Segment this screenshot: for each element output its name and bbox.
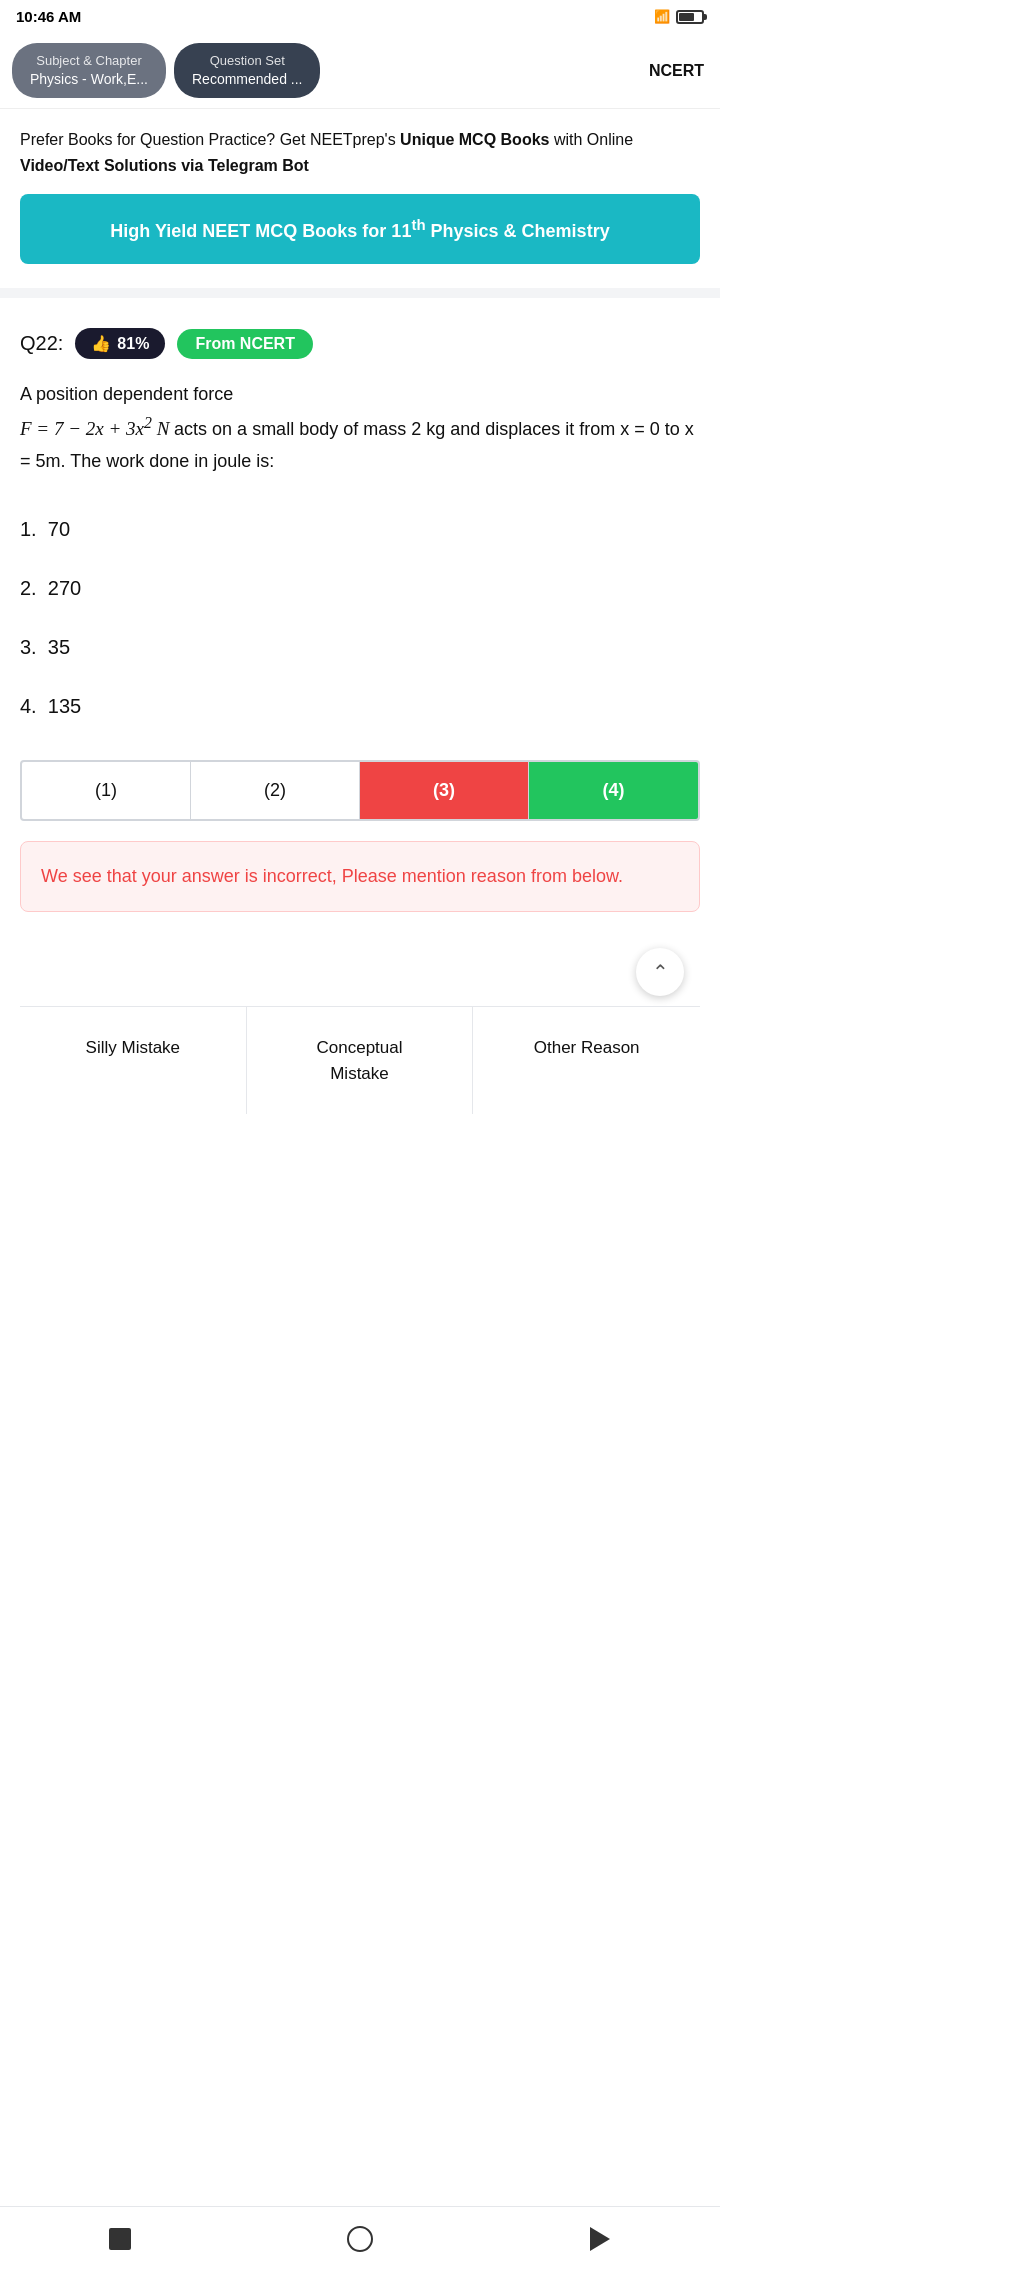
like-badge: 👍 81% [75,328,165,359]
ncert-tab-label: NCERT [649,62,708,80]
option-2[interactable]: 2. 270 [20,559,700,618]
tab-subject-sublabel: Physics - Work,E... [30,70,148,88]
tab-subject-label: Subject & Chapter [30,53,148,70]
question-section: Q22: 👍 81% From NCERT A position depende… [0,312,720,1130]
nav-home-button[interactable] [342,2221,378,2257]
options-list: 1. 70 2. 270 3. 35 4. 135 [20,500,700,736]
reason-conceptual[interactable]: ConceptualMistake [247,1007,474,1114]
option-4[interactable]: 4. 135 [20,677,700,736]
nav-back-button[interactable] [582,2221,618,2257]
like-percentage: 81% [117,335,149,353]
battery-icon [676,10,704,24]
status-bar: 10:46 AM 📶 [0,0,720,33]
reason-other-label: Other Reason [534,1038,640,1057]
promo-text: Prefer Books for Question Practice? Get … [20,127,700,178]
reason-section: Silly Mistake ConceptualMistake Other Re… [20,1006,700,1114]
incorrect-message: We see that your answer is incorrect, Pl… [41,862,679,891]
promo-button[interactable]: High Yield NEET MCQ Books for 11th Physi… [20,194,700,264]
signal-icon: 📶 [654,9,670,24]
status-time: 10:46 AM [16,8,81,25]
incorrect-banner: We see that your answer is incorrect, Pl… [20,841,700,912]
question-line1: A position dependent force [20,384,233,404]
question-formula: F = 7 − 2x + 3x2 N [20,418,174,439]
bottom-nav [0,2206,720,2275]
answer-option-2[interactable]: (2) [191,762,360,819]
square-icon [109,2228,131,2250]
option-3[interactable]: 3. 35 [20,618,700,677]
promo-section: Prefer Books for Question Practice? Get … [0,109,720,274]
ncert-badge: From NCERT [177,329,313,359]
reason-silly[interactable]: Silly Mistake [20,1007,247,1114]
reason-other[interactable]: Other Reason [473,1007,700,1114]
reason-silly-label: Silly Mistake [86,1038,180,1057]
nav-square-button[interactable] [102,2221,138,2257]
answer-option-4[interactable]: (4) [529,762,698,819]
scroll-area: ⌃ [20,936,700,996]
tab-bar: Subject & Chapter Physics - Work,E... Qu… [0,33,720,109]
status-icons: 📶 [654,9,704,24]
answer-option-3[interactable]: (3) [360,762,529,819]
reason-conceptual-label: ConceptualMistake [316,1038,402,1083]
tab-question-set-sublabel: Recommended ... [192,70,303,88]
chevron-up-icon: ⌃ [652,960,669,984]
promo-bold1: Unique MCQ Books [400,131,549,148]
thumbs-up-icon: 👍 [91,334,111,353]
tab-subject[interactable]: Subject & Chapter Physics - Work,E... [12,43,166,98]
answer-option-1[interactable]: (1) [22,762,191,819]
promo-bold2: Video/Text Solutions via Telegram Bot [20,157,309,174]
answer-grid: (1) (2) (3) (4) [20,760,700,821]
tab-question-set[interactable]: Question Set Recommended ... [174,43,321,98]
back-triangle-icon [590,2227,610,2251]
bottom-spacer [0,1130,720,1210]
circle-icon [347,2226,373,2252]
question-header: Q22: 👍 81% From NCERT [20,328,700,359]
option-1[interactable]: 1. 70 [20,500,700,559]
question-text: A position dependent force F = 7 − 2x + … [20,379,700,476]
section-divider [0,288,720,298]
question-number: Q22: [20,332,63,355]
scroll-up-button[interactable]: ⌃ [636,948,684,996]
tab-question-set-label: Question Set [192,53,303,70]
